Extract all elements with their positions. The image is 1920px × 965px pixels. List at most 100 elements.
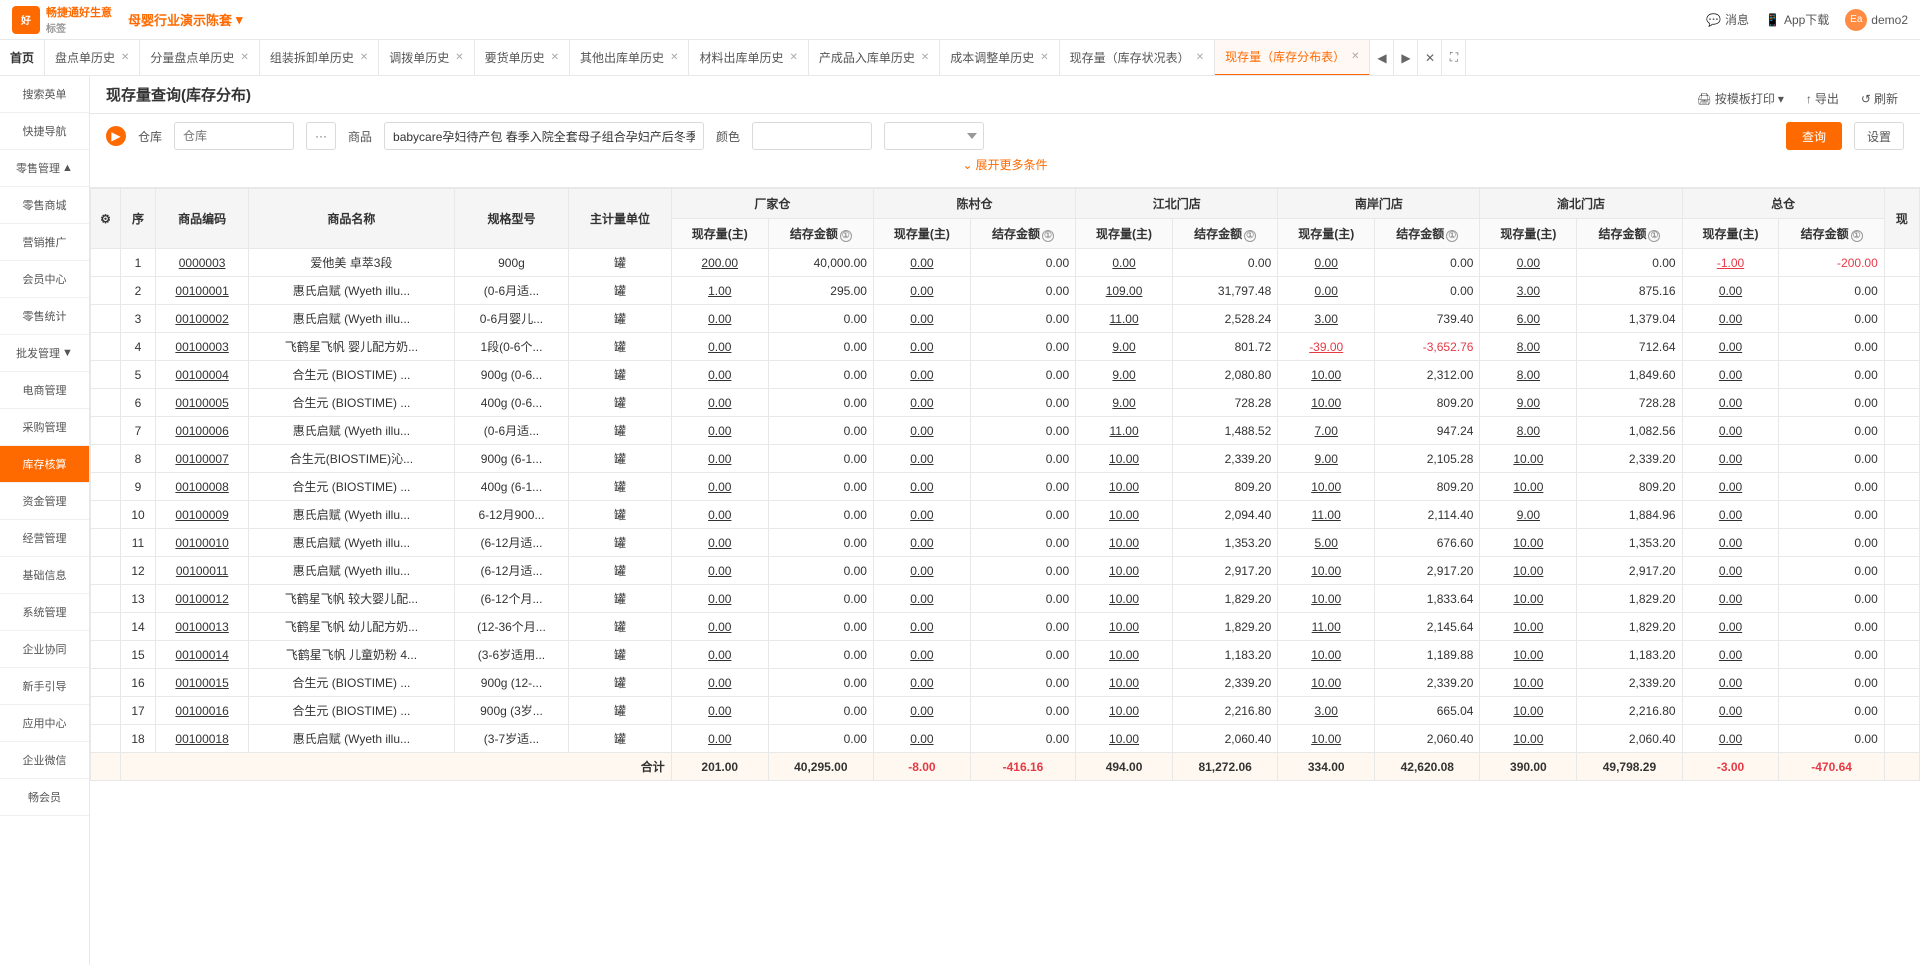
table-cell: 0.00 xyxy=(1779,501,1884,529)
tab-kucunzk[interactable]: 现存量（库存状况表） ✕ xyxy=(1060,40,1215,76)
tab-chanruku[interactable]: 产成品入库单历史 ✕ xyxy=(809,40,940,76)
table-cell[interactable] xyxy=(91,473,121,501)
table-cell[interactable] xyxy=(91,417,121,445)
sidebar-item-enterprise[interactable]: 企业协同 xyxy=(0,631,89,668)
close-icon[interactable]: ✕ xyxy=(121,52,129,63)
settings-btn[interactable]: 设置 xyxy=(1854,122,1904,150)
table-cell[interactable] xyxy=(91,445,121,473)
query-btn[interactable]: 查询 xyxy=(1786,122,1842,150)
sidebar-item-search[interactable]: 搜索英单 xyxy=(0,76,89,113)
tab-yaohuo[interactable]: 要货单历史 ✕ xyxy=(475,40,570,76)
table-cell: 0.00 xyxy=(1375,249,1480,277)
tab-kucunfb[interactable]: 现存量（库存分布表） ✕ xyxy=(1215,40,1370,76)
table-cell: 1,829.20 xyxy=(1172,613,1277,641)
table-cell[interactable] xyxy=(91,501,121,529)
col-changjia-header: 厂家仓 xyxy=(671,189,873,219)
table-cell: 0.00 xyxy=(970,697,1075,725)
tab-fenpandian[interactable]: 分量盘点单历史 ✕ xyxy=(140,40,259,76)
print-btn[interactable]: 🖨 按模板打印 ▾ xyxy=(1691,88,1790,109)
tab-pandian[interactable]: 盘点单历史 ✕ xyxy=(45,40,140,76)
tab-fullscreen[interactable]: ⛶ xyxy=(1442,40,1466,76)
close-icon[interactable]: ✕ xyxy=(1040,52,1048,63)
sidebar-item-member[interactable]: 会员中心 xyxy=(0,261,89,298)
close-icon[interactable]: ✕ xyxy=(789,52,797,63)
sidebar-item-retail-mall[interactable]: 零售商城 xyxy=(0,187,89,224)
table-cell[interactable] xyxy=(91,725,121,753)
col-gear-header[interactable]: ⚙ xyxy=(91,189,121,249)
table-cell[interactable] xyxy=(91,361,121,389)
tab-diaobo[interactable]: 调拨单历史 ✕ xyxy=(379,40,474,76)
table-cell: 0.00 xyxy=(1779,557,1884,585)
tab-nav-right[interactable]: ▶ xyxy=(1394,40,1418,76)
sidebar-item-inventory[interactable]: 库存核算 xyxy=(0,446,89,483)
close-icon[interactable]: ✕ xyxy=(360,52,368,63)
close-icon[interactable]: ✕ xyxy=(240,52,248,63)
sidebar-item-finance[interactable]: 资金管理 xyxy=(0,483,89,520)
table-cell[interactable] xyxy=(91,557,121,585)
sidebar-item-ecommerce[interactable]: 电商管理 xyxy=(0,372,89,409)
message-btn[interactable]: 💬 消息 xyxy=(1706,11,1749,28)
sidebar-item-system[interactable]: 系统管理 xyxy=(0,594,89,631)
tab-clchuku[interactable]: 材料出库单历史 ✕ xyxy=(689,40,808,76)
close-icon[interactable]: ✕ xyxy=(1196,52,1204,63)
close-icon[interactable]: ✕ xyxy=(670,52,678,63)
info-icon[interactable]: ① xyxy=(1244,230,1256,242)
sidebar-item-retail-mgmt[interactable]: 零售管理 ▲ xyxy=(0,150,89,187)
table-cell[interactable] xyxy=(91,529,121,557)
info-icon[interactable]: ① xyxy=(1648,230,1660,242)
info-icon[interactable]: ① xyxy=(840,230,852,242)
warehouse-input[interactable] xyxy=(174,122,294,150)
sidebar-item-member2[interactable]: 畅会员 xyxy=(0,779,89,816)
color-input[interactable] xyxy=(752,122,872,150)
table-cell[interactable] xyxy=(91,333,121,361)
warehouse-more-btn[interactable]: ··· xyxy=(306,122,336,150)
sidebar-item-marketing[interactable]: 营销推广 xyxy=(0,224,89,261)
tab-chengben[interactable]: 成本调整单历史 ✕ xyxy=(940,40,1059,76)
table-cell[interactable] xyxy=(91,249,121,277)
user-avatar[interactable]: Ea demo2 xyxy=(1845,9,1908,31)
table-cell[interactable] xyxy=(91,585,121,613)
refresh-btn[interactable]: ↺ 刷新 xyxy=(1855,88,1904,109)
close-icon[interactable]: ✕ xyxy=(1351,51,1359,62)
product-input[interactable] xyxy=(384,122,704,150)
info-icon[interactable]: ① xyxy=(1446,230,1458,242)
sidebar-item-purchase[interactable]: 采购管理 xyxy=(0,409,89,446)
close-icon[interactable]: ✕ xyxy=(551,52,559,63)
sidebar-item-nav[interactable]: 快捷导航 xyxy=(0,113,89,150)
close-icon[interactable]: ✕ xyxy=(921,52,929,63)
sidebar-item-guide[interactable]: 新手引导 xyxy=(0,668,89,705)
sidebar-item-appstore[interactable]: 应用中心 xyxy=(0,705,89,742)
expand-more-btn[interactable]: ⌄ 展开更多条件 xyxy=(106,156,1904,173)
app-download-btn[interactable]: 📱 App下载 xyxy=(1765,11,1829,28)
tab-home[interactable]: 首页 xyxy=(0,40,45,76)
table-cell: 0.00 xyxy=(1682,277,1779,305)
table-cell: 9 xyxy=(121,473,156,501)
table-cell[interactable] xyxy=(91,669,121,697)
filter-toggle-btn[interactable]: ▶ xyxy=(106,126,126,146)
info-icon[interactable]: ① xyxy=(1042,230,1054,242)
industry-selector[interactable]: 母婴行业演示陈套 ▾ xyxy=(128,10,243,29)
table-cell[interactable] xyxy=(91,697,121,725)
tab-nav-left[interactable]: ◀ xyxy=(1370,40,1394,76)
sidebar-item-basic[interactable]: 基础信息 xyxy=(0,557,89,594)
tab-close-all[interactable]: ✕ xyxy=(1418,40,1442,76)
table-cell[interactable] xyxy=(91,613,121,641)
sidebar-item-operation[interactable]: 经营管理 xyxy=(0,520,89,557)
table-cell: 10.00 xyxy=(1480,697,1577,725)
table-cell[interactable] xyxy=(91,389,121,417)
color-select[interactable] xyxy=(884,122,984,150)
table-cell[interactable] xyxy=(91,277,121,305)
sidebar-item-wholesale[interactable]: 批发管理 ▼ xyxy=(0,335,89,372)
table-cell: 0.00 xyxy=(1779,697,1884,725)
table-cell: 0.00 xyxy=(671,641,768,669)
table-cell[interactable] xyxy=(91,641,121,669)
close-icon[interactable]: ✕ xyxy=(455,52,463,63)
tab-qtchuku[interactable]: 其他出库单历史 ✕ xyxy=(570,40,689,76)
sidebar-item-retail-stats[interactable]: 零售统计 xyxy=(0,298,89,335)
sidebar-item-wecom[interactable]: 企业微信 xyxy=(0,742,89,779)
export-btn[interactable]: ↑ 导出 xyxy=(1800,88,1845,109)
table-cell[interactable] xyxy=(91,305,121,333)
table-cell: 0.00 xyxy=(671,305,768,333)
info-icon[interactable]: ① xyxy=(1851,230,1863,242)
tab-zuhe[interactable]: 组装拆卸单历史 ✕ xyxy=(260,40,379,76)
